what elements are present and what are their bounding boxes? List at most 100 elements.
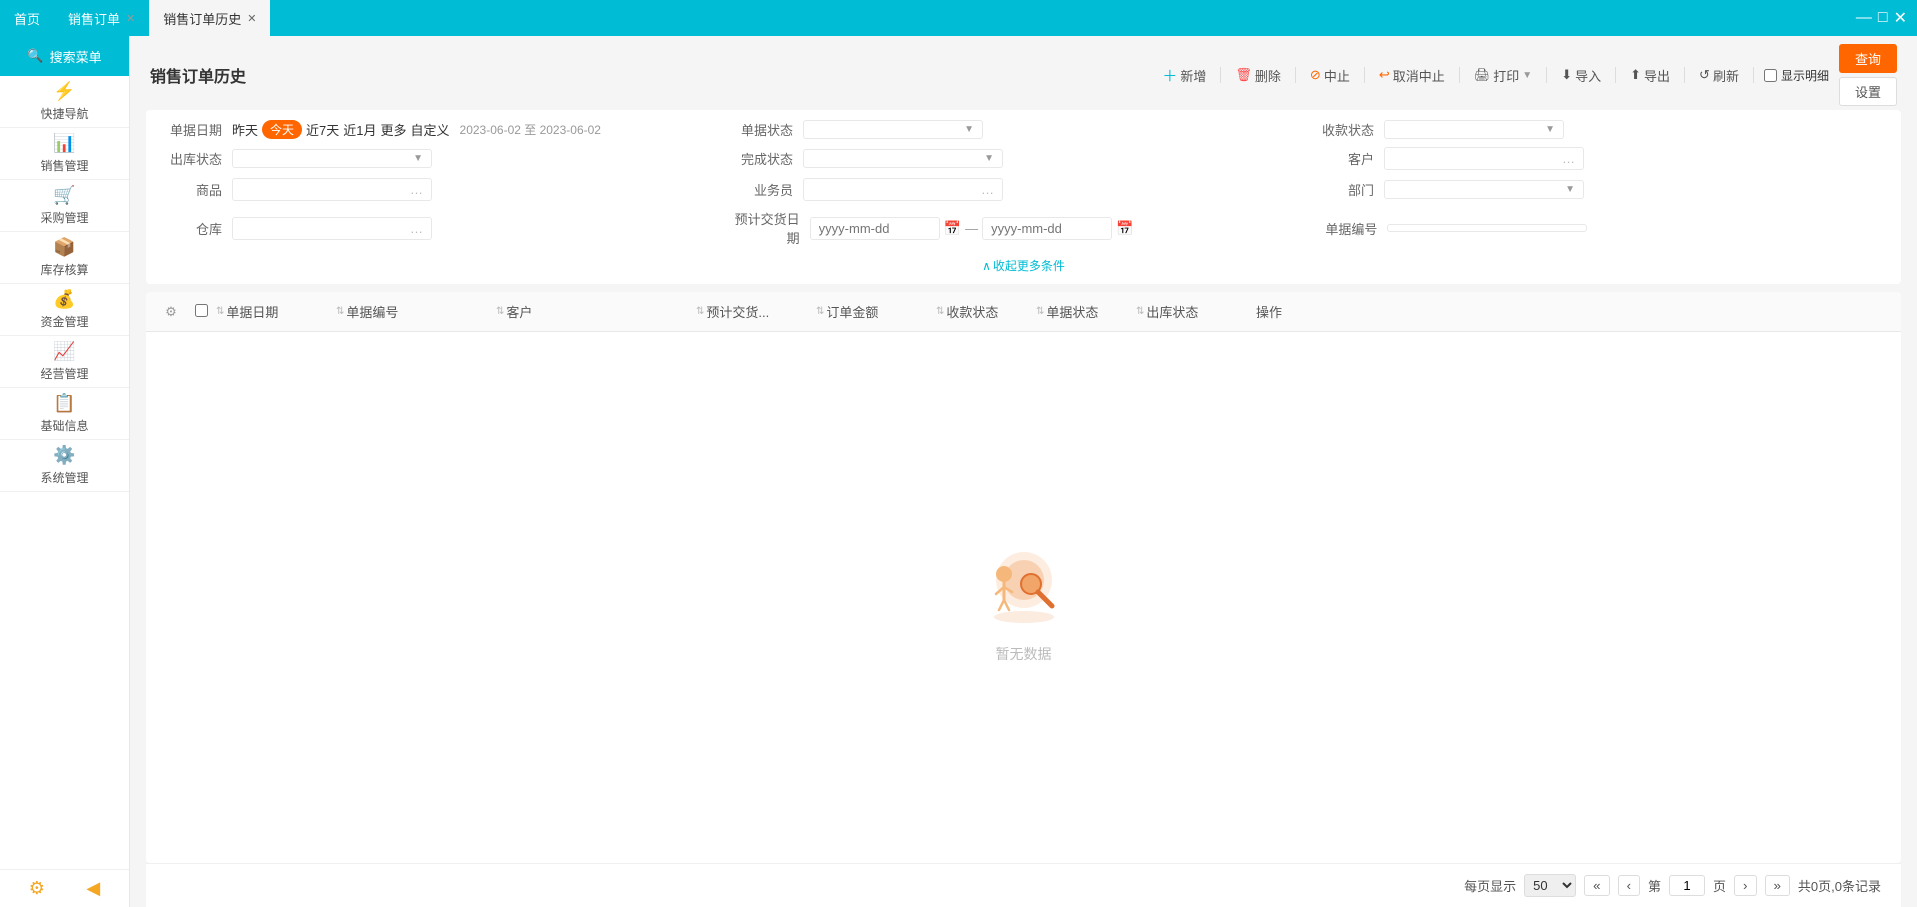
prev-page-button[interactable]: ‹ [1618, 875, 1640, 896]
outbound-status-select[interactable]: ▼ [232, 149, 432, 168]
date-option-1month[interactable]: 近1月 [343, 120, 376, 139]
sort-icon-number: ⇅ [336, 306, 344, 317]
close-btn[interactable]: ✕ [1894, 8, 1907, 28]
sidebar-item-basic-info[interactable]: 📋 基础信息 [0, 388, 129, 440]
bill-status-select[interactable]: ▼ [803, 120, 983, 139]
tab-sales-order[interactable]: 销售订单 ✕ [54, 0, 149, 36]
delivery-date-end[interactable] [982, 217, 1112, 240]
date-option-yesterday[interactable]: 昨天 [232, 120, 258, 139]
print-arrow-icon: ▼ [1522, 70, 1532, 81]
sort-icon-date: ⇅ [216, 306, 224, 317]
sidebar-collapse-icon[interactable]: ◀ [86, 878, 100, 899]
cancel-stop-button[interactable]: ↩ 取消中止 [1375, 64, 1449, 87]
calendar-start-icon[interactable]: 📅 [944, 220, 961, 237]
col-header-delivery[interactable]: ⇅ 预计交货... [696, 302, 816, 321]
department-select[interactable]: ▼ [1384, 180, 1584, 199]
print-button[interactable]: 🖨 打印 ▼ [1470, 64, 1536, 87]
show-detail-checkbox-label[interactable]: 显示明细 [1764, 67, 1829, 84]
sort-icon-bill: ⇅ [1036, 306, 1044, 317]
sidebar-item-sales-mgmt[interactable]: 📊 销售管理 [0, 128, 129, 180]
import-button[interactable]: ⬇ 导入 [1557, 64, 1605, 87]
calendar-end-icon[interactable]: 📅 [1116, 220, 1133, 237]
bill-number-input[interactable] [1387, 224, 1587, 232]
sidebar-item-finance-mgmt[interactable]: 💰 资金管理 [0, 284, 129, 336]
sidebar-item-operations-mgmt-label: 经营管理 [40, 365, 88, 382]
last-page-button[interactable]: » [1765, 875, 1790, 896]
bill-status-control[interactable]: ▼ [803, 120, 1304, 139]
col-header-amount[interactable]: ⇅ 订单金额 [816, 302, 936, 321]
toolbar: ＋ 新增 🗑 删除 ⊘ 中止 ↩ 取消中止 [1158, 44, 1897, 106]
receipt-status-select[interactable]: ▼ [1384, 120, 1564, 139]
product-input[interactable]: … [232, 178, 432, 201]
set-button[interactable]: 设置 [1839, 77, 1897, 106]
search-icon: 🔍 [27, 48, 43, 64]
sidebar-item-quick-nav[interactable]: ⚡ 快捷导航 [0, 76, 129, 128]
col-header-date[interactable]: ⇅ 单据日期 [216, 302, 336, 321]
column-settings-btn[interactable]: ⚙ [156, 304, 186, 320]
refresh-button[interactable]: ↺ 刷新 [1695, 64, 1743, 87]
add-button[interactable]: ＋ 新增 [1158, 63, 1210, 88]
sidebar-search[interactable]: 🔍 搜索菜单 [0, 36, 129, 76]
maximize-btn[interactable]: □ [1878, 9, 1888, 27]
col-header-outbound-status[interactable]: ⇅ 出库状态 [1136, 302, 1256, 321]
salesperson-input[interactable]: … [803, 178, 1003, 201]
date-label: 单据日期 [162, 120, 232, 139]
warehouse-input[interactable]: … [232, 217, 432, 240]
col-header-customer[interactable]: ⇅ 客户 [496, 302, 696, 321]
salesperson-control: … [803, 178, 1304, 201]
sidebar-item-inventory-mgmt[interactable]: 📦 库存核算 [0, 232, 129, 284]
current-page-input[interactable] [1669, 875, 1705, 896]
filter-row-1: 单据日期 昨天 今天 近7天 近1月 更多 自定义 2023-06-02 至 2… [162, 120, 1885, 139]
sidebar-item-purchase-mgmt[interactable]: 🛒 采购管理 [0, 180, 129, 232]
empty-state: 暂无数据 [974, 532, 1074, 664]
complete-status-select[interactable]: ▼ [803, 149, 1003, 168]
sidebar-item-sys-mgmt[interactable]: ⚙️ 系统管理 [0, 440, 129, 492]
export-button[interactable]: ⬆ 导出 [1626, 64, 1674, 87]
sidebar: 🔍 搜索菜单 ⚡ 快捷导航 📊 销售管理 🛒 采购管理 📦 库存核算 💰 资金管… [0, 36, 130, 907]
bill-status-label: 单据状态 [733, 120, 803, 139]
customer-control: … [1384, 147, 1885, 170]
table-area: ⚙ ⇅ 单据日期 ⇅ 单据编号 ⇅ 客户 ⇅ 预计交货. [146, 292, 1901, 863]
tab-sales-order-close[interactable]: ✕ [126, 12, 135, 25]
customer-input[interactable]: … [1384, 147, 1584, 170]
col-header-number[interactable]: ⇅ 单据编号 [336, 302, 496, 321]
tab-sales-order-history[interactable]: 销售订单历史 ✕ [149, 0, 270, 36]
tab-home[interactable]: 首页 [0, 0, 54, 36]
first-page-button[interactable]: « [1584, 875, 1609, 896]
sort-icon-outbound: ⇅ [1136, 306, 1144, 317]
col-header-receipt-status[interactable]: ⇅ 收款状态 [936, 302, 1036, 321]
basic-info-icon: 📋 [53, 393, 75, 414]
delivery-date-start[interactable] [810, 217, 940, 240]
divider-3 [1364, 67, 1365, 83]
col-header-ops: 操作 [1256, 302, 1891, 321]
sidebar-item-quick-nav-label: 快捷导航 [40, 105, 88, 122]
operations-mgmt-icon: 📈 [53, 341, 75, 362]
sys-mgmt-icon: ⚙️ [53, 445, 75, 466]
date-option-7days[interactable]: 近7天 [306, 120, 339, 139]
stop-button[interactable]: ⊘ 中止 [1306, 64, 1354, 87]
tab-home-label: 首页 [14, 9, 40, 28]
select-all-checkbox[interactable] [186, 304, 216, 320]
sidebar-item-purchase-mgmt-label: 采购管理 [40, 209, 88, 226]
divider-1 [1220, 67, 1221, 83]
show-detail-checkbox[interactable] [1764, 69, 1777, 82]
page-size-select[interactable]: 50 10 20 100 [1524, 874, 1576, 897]
table-body: 暂无数据 [146, 332, 1901, 863]
table-header: ⚙ ⇅ 单据日期 ⇅ 单据编号 ⇅ 客户 ⇅ 预计交货. [146, 292, 1901, 332]
all-checkbox[interactable] [195, 304, 208, 317]
sidebar-settings-icon[interactable]: ⚙ [29, 878, 45, 899]
tab-sales-order-history-close[interactable]: ✕ [247, 12, 256, 25]
delete-button[interactable]: 🗑 删除 [1231, 64, 1285, 87]
divider-6 [1615, 67, 1616, 83]
collapse-button[interactable]: ∧ 收起更多条件 [162, 255, 1885, 274]
minimize-btn[interactable]: — [1856, 9, 1872, 27]
next-page-button[interactable]: › [1734, 875, 1756, 896]
date-option-custom[interactable]: 自定义 [411, 120, 450, 139]
sort-icon-receipt: ⇅ [936, 306, 944, 317]
date-option-more[interactable]: 更多 [381, 120, 407, 139]
query-button[interactable]: 查询 [1839, 44, 1897, 73]
sales-mgmt-icon: 📊 [53, 133, 75, 154]
sidebar-item-operations-mgmt[interactable]: 📈 经营管理 [0, 336, 129, 388]
date-option-today-badge[interactable]: 今天 [262, 120, 302, 139]
col-header-bill-status[interactable]: ⇅ 单据状态 [1036, 302, 1136, 321]
